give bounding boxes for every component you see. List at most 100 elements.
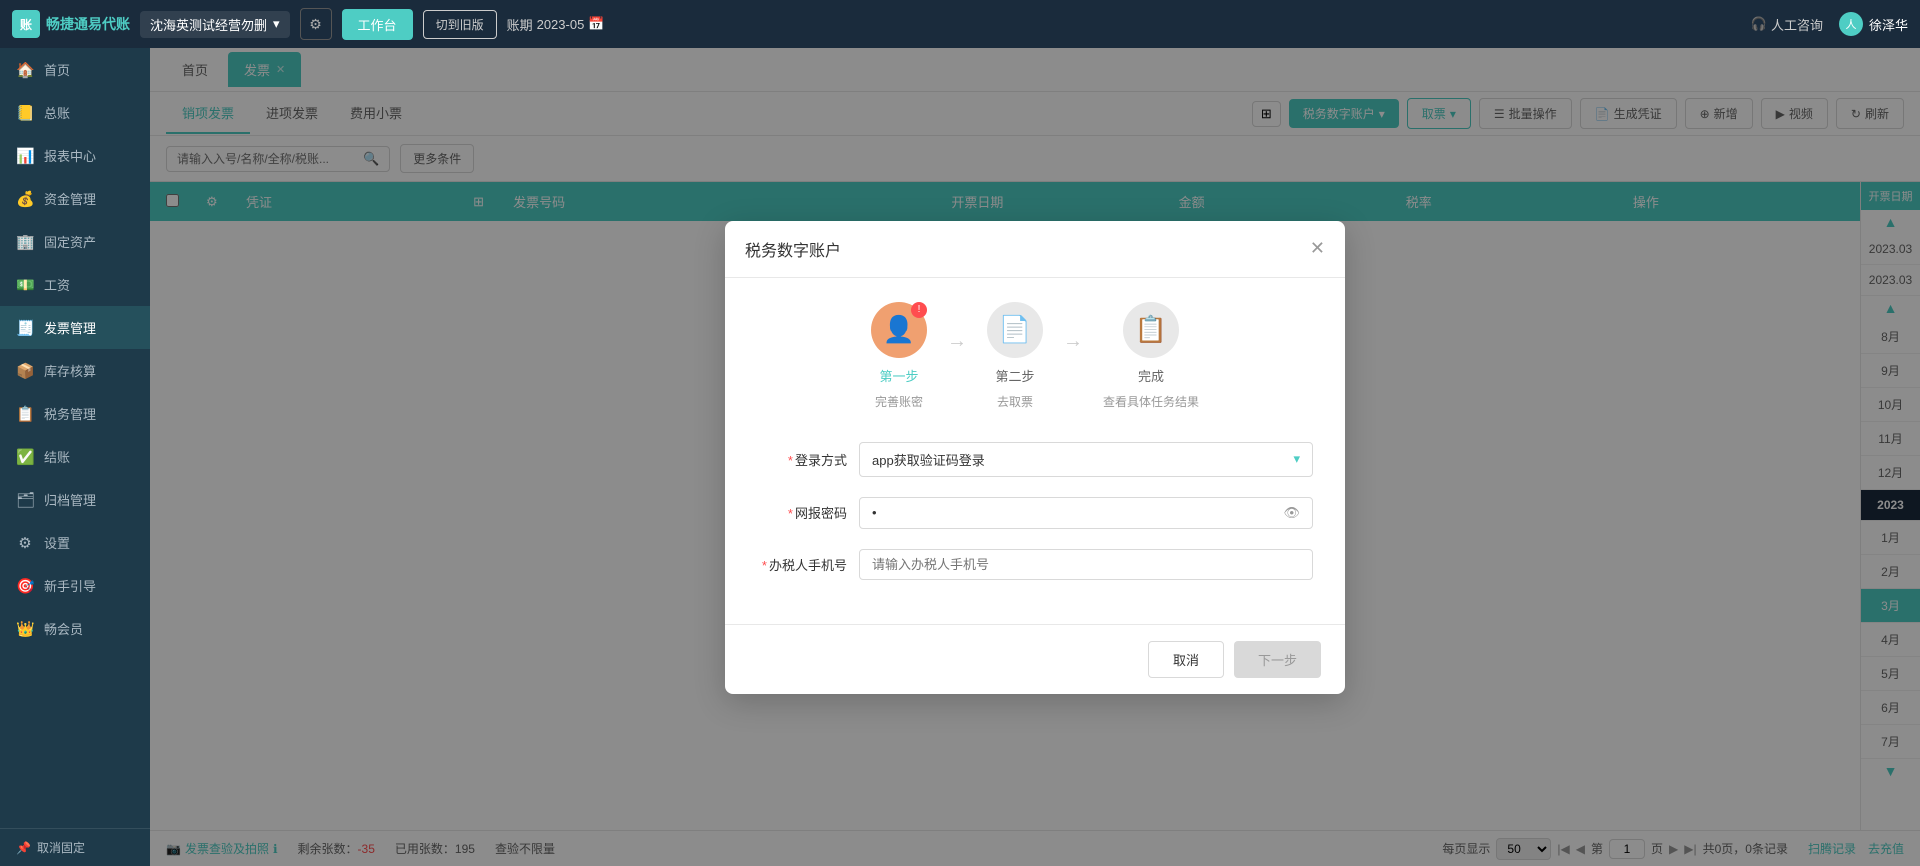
phone-label: 办税人手机号 [757, 555, 847, 574]
login-method-row: 登录方式 app获取验证码登录 ▾ [757, 442, 1313, 477]
sidebar-item-finance[interactable]: 💰 资金管理 [0, 177, 150, 220]
step-2-doc-icon: 📄 [999, 314, 1031, 345]
step-3: 📋 完成 查看具体任务结果 [1103, 302, 1199, 410]
step-1-icon: 👤 ! [871, 302, 927, 358]
inventory-icon: 📦 [16, 362, 34, 380]
assets-icon: 🏢 [16, 233, 34, 251]
sidebar-item-inventory[interactable]: 📦 库存核算 [0, 349, 150, 392]
steps: 👤 ! 第一步 完善账密 → 📄 [757, 302, 1313, 410]
finance-icon: 💰 [16, 190, 34, 208]
tax-digital-modal: 税务数字账户 ✕ 👤 ! [725, 221, 1345, 694]
step-2: 📄 第二步 去取票 [987, 302, 1043, 410]
user-avatar-icon: 人 [1839, 12, 1863, 36]
sidebar-label-home: 首页 [44, 60, 70, 79]
content-area: 首页 发票 ✕ 销项发票 进项发票 费用小票 ⊞ [150, 48, 1920, 866]
login-method-control: app获取验证码登录 ▾ [859, 442, 1313, 477]
sidebar-label-assets: 固定资产 [44, 232, 96, 251]
modal-close-button[interactable]: ✕ [1310, 238, 1325, 259]
step-1: 👤 ! 第一步 完善账密 [871, 302, 927, 410]
pin-icon: 📌 [16, 841, 31, 855]
company-name: 沈海英测试经营勿删 [150, 15, 267, 34]
support-label: 人工咨询 [1771, 15, 1823, 34]
login-method-select[interactable]: app获取验证码登录 ▾ [859, 442, 1313, 477]
select-arrow-icon: ▾ [1293, 451, 1300, 467]
step-1-avatar-icon: 👤 [883, 314, 915, 345]
ledger-icon: 📒 [16, 104, 34, 122]
phone-control [859, 549, 1313, 580]
phone-input[interactable] [872, 557, 1300, 572]
password-input[interactable] [872, 505, 1283, 520]
payroll-icon: 💵 [16, 276, 34, 294]
login-method-value: app获取验证码登录 [872, 450, 985, 469]
password-label: 网报密码 [757, 503, 847, 522]
step-1-label: 第一步 [879, 366, 918, 385]
sidebar-item-guide[interactable]: 🎯 新手引导 [0, 564, 150, 607]
sidebar-item-home[interactable]: 🏠 首页 [0, 48, 150, 91]
phone-row: 办税人手机号 [757, 549, 1313, 580]
password-control: 👁 [859, 497, 1313, 529]
step-2-label: 第二步 [995, 366, 1034, 385]
sidebar-item-payroll[interactable]: 💵 工资 [0, 263, 150, 306]
modal-title: 税务数字账户 [745, 237, 841, 261]
next-button[interactable]: 下一步 [1234, 641, 1321, 678]
period-value: 2023-05 [537, 17, 585, 32]
main-area: 🏠 首页 📒 总账 📊 报表中心 💰 资金管理 🏢 固定资产 💵 工资 [0, 48, 1920, 866]
step-2-icon: 📄 [987, 302, 1043, 358]
period-info: 账期 2023-05 📅 [507, 15, 605, 34]
sidebar-label-guide: 新手引导 [44, 576, 96, 595]
sidebar-item-assets[interactable]: 🏢 固定资产 [0, 220, 150, 263]
workspace-button[interactable]: 工作台 [342, 9, 413, 40]
sidebar-label-invoice: 发票管理 [44, 318, 96, 337]
modal-body: 👤 ! 第一步 完善账密 → 📄 [725, 278, 1345, 624]
sidebar-item-invoice[interactable]: 🧾 发票管理 [0, 306, 150, 349]
sidebar-label-closing: 结账 [44, 447, 70, 466]
support-link[interactable]: 🎧 人工咨询 [1751, 15, 1823, 34]
company-selector[interactable]: 沈海英测试经营勿删 ▾ [140, 11, 290, 38]
guide-icon: 🎯 [16, 577, 34, 595]
modal-header: 税务数字账户 ✕ [725, 221, 1345, 278]
step-arrow-2: → [1043, 330, 1103, 353]
member-icon: 👑 [16, 620, 34, 638]
step-1-sub: 完善账密 [875, 393, 923, 410]
sidebar-bottom: 📌 取消固定 [0, 828, 150, 866]
logo: 账 畅捷通易代账 [12, 10, 130, 38]
step-3-clipboard-icon: 📋 [1135, 314, 1167, 345]
sidebar-item-ledger[interactable]: 📒 总账 [0, 91, 150, 134]
phone-input-box [859, 549, 1313, 580]
sidebar-label-archive: 归档管理 [44, 490, 96, 509]
cancel-button[interactable]: 取消 [1148, 641, 1224, 678]
logo-icon: 账 [12, 10, 40, 38]
company-settings-icon[interactable]: ⚙ [300, 8, 332, 40]
password-input-box: 👁 [859, 497, 1313, 529]
topbar-right: 🎧 人工咨询 人 徐泽华 [1751, 12, 1908, 36]
switch-version-button[interactable]: 切到旧版 [423, 10, 497, 39]
modal-footer: 取消 下一步 [725, 624, 1345, 694]
company-dropdown-icon: ▾ [273, 16, 280, 32]
cancel-fixed-label: 取消固定 [37, 839, 85, 856]
sidebar-label-settings: 设置 [44, 533, 70, 552]
sidebar-label-inventory: 库存核算 [44, 361, 96, 380]
sidebar-item-member[interactable]: 👑 畅会员 [0, 607, 150, 650]
settings-icon: ⚙ [16, 534, 34, 552]
calendar-icon[interactable]: 📅 [588, 16, 604, 32]
cancel-fixed-button[interactable]: 📌 取消固定 [0, 829, 150, 866]
step-arrow-1: → [927, 330, 987, 353]
step-1-badge: ! [911, 302, 927, 318]
step-3-label: 完成 [1138, 366, 1164, 385]
sidebar-label-payroll: 工资 [44, 275, 70, 294]
sidebar-item-archive[interactable]: 🗂 归档管理 [0, 478, 150, 521]
user-info[interactable]: 人 徐泽华 [1839, 12, 1908, 36]
password-toggle-icon[interactable]: 👁 [1283, 505, 1300, 521]
sidebar-item-closing[interactable]: ✅ 结账 [0, 435, 150, 478]
archive-icon: 🗂 [16, 491, 34, 509]
sidebar-item-tax[interactable]: 📋 税务管理 [0, 392, 150, 435]
period-label: 账期 [507, 15, 533, 34]
modal-overlay: 税务数字账户 ✕ 👤 ! [150, 48, 1920, 866]
logo-text: 畅捷通易代账 [46, 14, 130, 34]
closing-icon: ✅ [16, 448, 34, 466]
sidebar-item-reports[interactable]: 📊 报表中心 [0, 134, 150, 177]
step-3-icon: 📋 [1123, 302, 1179, 358]
user-name: 徐泽华 [1869, 15, 1908, 34]
sidebar-item-settings[interactable]: ⚙ 设置 [0, 521, 150, 564]
headset-icon: 🎧 [1751, 16, 1767, 32]
